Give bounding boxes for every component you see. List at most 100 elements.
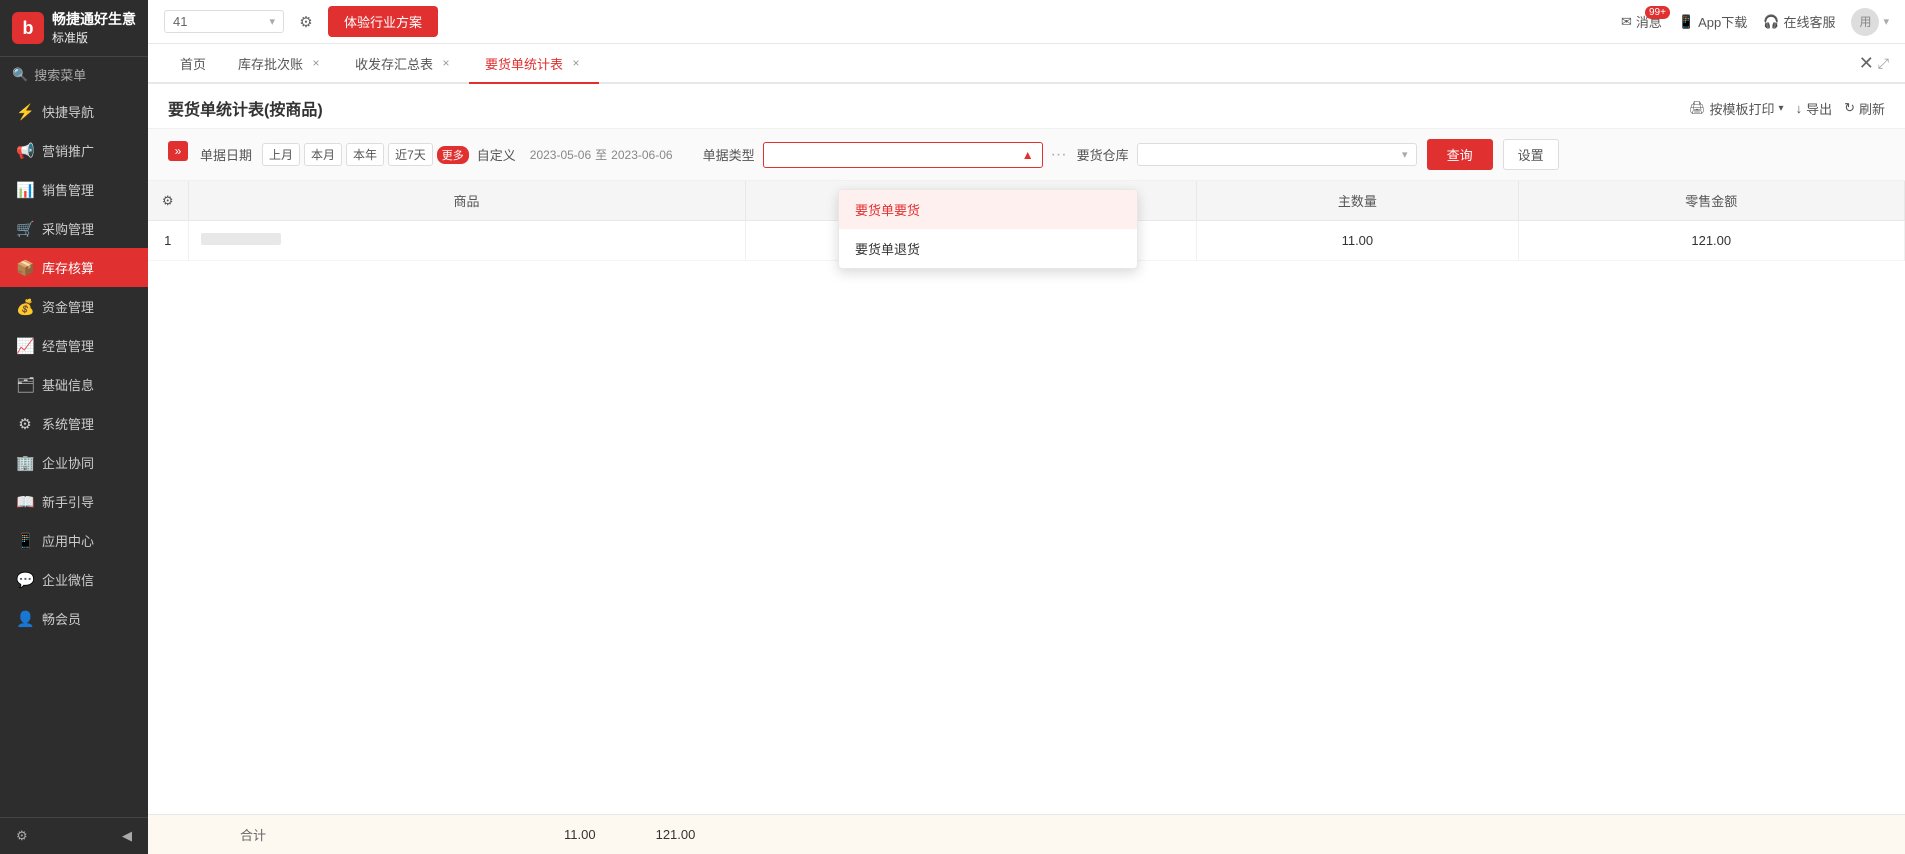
- sidebar-item-finance[interactable]: 💰 资金管理: [0, 287, 148, 326]
- tab-close-order-stats[interactable]: ×: [569, 56, 583, 70]
- table-footer: 合计 11.00 121.00: [148, 814, 1905, 854]
- sidebar-item-inventory[interactable]: 📦 库存核算: [0, 248, 148, 287]
- date-to: 2023-06-06: [611, 148, 672, 162]
- sales-icon: 📊: [16, 181, 34, 199]
- col-amount: 零售金额: [1518, 181, 1905, 221]
- col-product: 商品: [188, 181, 745, 221]
- sidebar-item-quick-nav[interactable]: ⚡ 快捷导航: [0, 92, 148, 131]
- cell-qty[interactable]: 11.00: [1197, 221, 1518, 261]
- dropdown-item-order-return[interactable]: 要货单退货: [839, 229, 1137, 268]
- filter-more-icon[interactable]: ···: [1051, 146, 1067, 164]
- table-container: ⚙ 商品 主计量单位 主数量 零售金额: [148, 181, 1905, 814]
- close-all-tabs-button[interactable]: ✕ ⤢: [1859, 53, 1889, 74]
- tabs-bar: 首页 库存批次账 × 收发存汇总表 × 要货单统计表 × ✕ ⤢: [148, 44, 1905, 84]
- topbar-left: 41 ▾ ⚙ 体验行业方案: [164, 6, 438, 37]
- sidebar-item-guide[interactable]: 📖 新手引导: [0, 482, 148, 521]
- topbar: 41 ▾ ⚙ 体验行业方案 ✉ 消息 99+ 📱 App下载 🎧 在线客服: [148, 0, 1905, 44]
- store-selector[interactable]: 41 ▾: [164, 10, 284, 33]
- sidebar-item-sales[interactable]: 📊 销售管理: [0, 170, 148, 209]
- refresh-icon: ↻: [1844, 100, 1855, 116]
- main-area: 41 ▾ ⚙ 体验行业方案 ✉ 消息 99+ 📱 App下载 🎧 在线客服: [148, 0, 1905, 854]
- warehouse-chevron-icon: ▾: [1402, 148, 1408, 161]
- sidebar-item-member[interactable]: 👤 畅会员: [0, 599, 148, 638]
- sidebar-search[interactable]: 🔍 搜索菜单: [0, 57, 148, 92]
- store-chevron-icon: ▾: [269, 15, 275, 28]
- sidebar-item-operations[interactable]: 📈 经营管理: [0, 326, 148, 365]
- order-type-dropdown: 要货单要货 要货单退货: [838, 189, 1138, 269]
- tab-receipts-summary[interactable]: 收发存汇总表 ×: [339, 44, 469, 84]
- order-type-group: 单据类型 ▲ ···: [703, 142, 1067, 168]
- footer-label: 合计: [240, 825, 266, 844]
- tab-home[interactable]: 首页: [164, 44, 222, 84]
- trial-button[interactable]: 体验行业方案: [328, 6, 438, 37]
- sidebar-collapse-btn[interactable]: ◀: [122, 828, 132, 844]
- member-icon: 👤: [16, 610, 34, 628]
- dropdown-item-order-goods[interactable]: 要货单要货: [839, 190, 1137, 229]
- query-button[interactable]: 查询: [1427, 139, 1493, 170]
- footer-amount-col: 121.00: [656, 827, 696, 842]
- warehouse-label: 要货仓库: [1077, 145, 1129, 164]
- sidebar-item-system[interactable]: ⚙ 系统管理: [0, 404, 148, 443]
- sidebar-item-wechat[interactable]: 💬 企业微信: [0, 560, 148, 599]
- this-year-btn[interactable]: 本年: [346, 143, 384, 166]
- sidebar-item-enterprise[interactable]: 🏢 企业协同: [0, 443, 148, 482]
- topbar-right: ✉ 消息 99+ 📱 App下载 🎧 在线客服 用 ▾: [1621, 8, 1889, 36]
- tab-close-receipts-summary[interactable]: ×: [439, 56, 453, 70]
- order-type-select[interactable]: ▲: [763, 142, 1043, 168]
- sidebar-settings-icon[interactable]: ⚙: [16, 828, 28, 844]
- tab-close-inventory-batch[interactable]: ×: [309, 56, 323, 70]
- column-settings-button[interactable]: 设置: [1503, 139, 1559, 170]
- online-service-button[interactable]: 🎧 在线客服: [1763, 12, 1835, 31]
- maximize-icon: ⤢: [1878, 55, 1889, 72]
- finance-icon: 💰: [16, 298, 34, 316]
- marketing-icon: 📢: [16, 142, 34, 160]
- purchase-icon: 🛒: [16, 220, 34, 238]
- recent7-btn[interactable]: 近7天: [388, 143, 433, 166]
- app-download-button[interactable]: 📱 App下载: [1678, 12, 1747, 31]
- print-button[interactable]: 🖨 按模板打印 ▾: [1689, 99, 1784, 118]
- sidebar-item-marketing[interactable]: 📢 营销推广: [0, 131, 148, 170]
- sidebar-bottom: ⚙ ◀: [0, 817, 148, 854]
- topbar-gear-button[interactable]: ⚙: [292, 8, 320, 36]
- page-title: 要货单统计表(按商品): [168, 96, 323, 120]
- tab-order-stats[interactable]: 要货单统计表 ×: [469, 44, 599, 84]
- basic-info-icon: 🗂: [16, 376, 34, 394]
- inventory-icon: 📦: [16, 259, 34, 277]
- gear-icon: ⚙: [299, 13, 312, 31]
- export-icon: ↓: [1796, 101, 1803, 116]
- last-month-btn[interactable]: 上月: [262, 143, 300, 166]
- date-separator: 至: [595, 146, 607, 163]
- sidebar-item-app-center[interactable]: 📱 应用中心: [0, 521, 148, 560]
- footer-qty: 11.00: [564, 827, 596, 842]
- warehouse-select[interactable]: ▾: [1137, 143, 1417, 166]
- sidebar-item-purchase[interactable]: 🛒 采购管理: [0, 209, 148, 248]
- close-all-icon: ✕: [1859, 53, 1874, 74]
- search-icon: 🔍: [12, 67, 28, 83]
- custom-date-btn[interactable]: 自定义: [477, 145, 516, 164]
- refresh-button[interactable]: ↻ 刷新: [1844, 99, 1885, 118]
- message-badge: 99+: [1645, 6, 1670, 19]
- sidebar-nav: ⚡ 快捷导航 📢 营销推广 📊 销售管理 🛒 采购管理 📦 库存核算 💰 资金管…: [0, 92, 148, 817]
- sidebar-logo: b 畅捷通好生意 标准版: [0, 0, 148, 57]
- col-settings[interactable]: ⚙: [148, 181, 188, 221]
- export-button[interactable]: ↓ 导出: [1796, 99, 1833, 118]
- cell-amount[interactable]: 121.00: [1518, 221, 1905, 261]
- messages-button[interactable]: ✉ 消息 99+: [1621, 12, 1662, 31]
- phone-icon: 📱: [1678, 14, 1694, 30]
- sidebar: b 畅捷通好生意 标准版 🔍 搜索菜单 ⚡ 快捷导航 📢 营销推广 📊 销售管理…: [0, 0, 148, 854]
- sidebar-item-basic-info[interactable]: 🗂 基础信息: [0, 365, 148, 404]
- system-icon: ⚙: [16, 415, 34, 433]
- this-month-btn[interactable]: 本月: [304, 143, 342, 166]
- message-icon: ✉: [1621, 14, 1632, 30]
- enterprise-icon: 🏢: [16, 454, 34, 472]
- logo-icon: b: [12, 12, 44, 44]
- filter-toggle-button[interactable]: »: [168, 141, 188, 161]
- headset-icon: 🎧: [1763, 14, 1779, 30]
- warehouse-filter-group: 要货仓库 ▾: [1077, 143, 1417, 166]
- tab-inventory-batch[interactable]: 库存批次账 ×: [222, 44, 339, 84]
- date-shortcuts: 上月 本月 本年 近7天 更多 自定义: [262, 143, 516, 166]
- more-dates-badge[interactable]: 更多: [437, 146, 469, 164]
- footer-qty-col: 11.00: [564, 827, 596, 842]
- quick-nav-icon: ⚡: [16, 103, 34, 121]
- user-avatar[interactable]: 用 ▾: [1851, 8, 1889, 36]
